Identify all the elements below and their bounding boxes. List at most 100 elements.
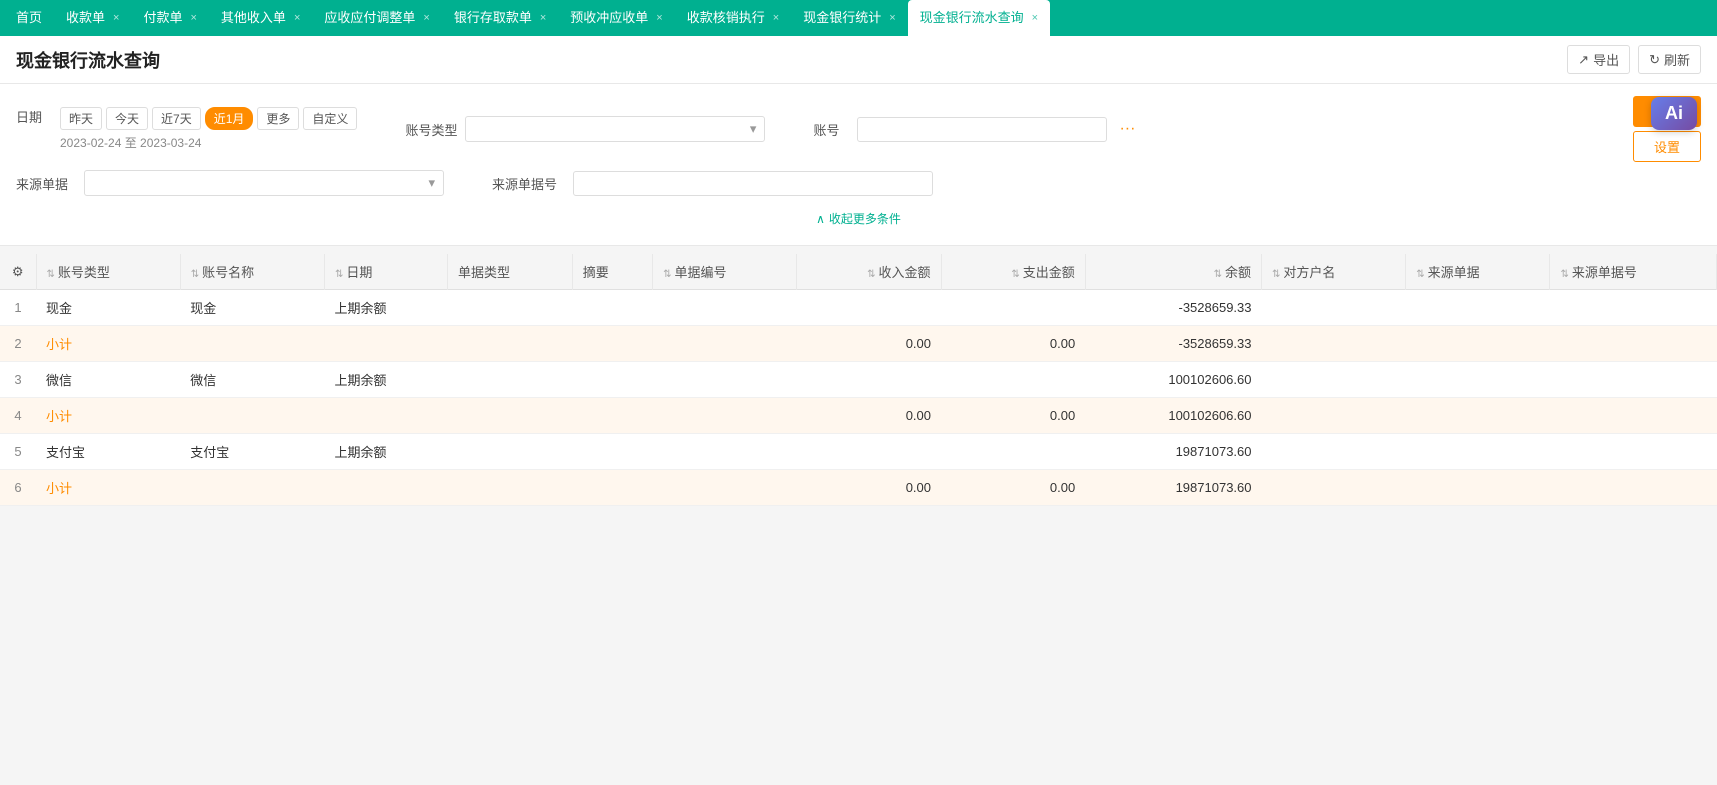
date-today[interactable]: 今天 — [106, 107, 148, 130]
close-icon[interactable]: × — [773, 0, 779, 36]
date-more[interactable]: 更多 — [257, 107, 299, 130]
export-icon: ↗ — [1578, 52, 1589, 68]
table-header-row: ⚙ ⇅账号类型 ⇅账号名称 ⇅日期 单据类型 摘要 ⇅单据编号 ⇅收入金额 — [0, 254, 1717, 290]
nav-verify[interactable]: 收款核销执行 × — [675, 0, 791, 36]
col-income[interactable]: ⇅收入金额 — [797, 254, 941, 290]
cell-expense — [941, 290, 1085, 326]
source-doc-num-input[interactable] — [573, 171, 933, 196]
cell-summary — [572, 362, 652, 398]
col-date[interactable]: ⇅日期 — [324, 254, 447, 290]
nav-bank-deposit[interactable]: 银行存取款单 × — [442, 0, 558, 36]
nav-receipt[interactable]: 收款单 × — [54, 0, 131, 36]
cell-summary — [572, 434, 652, 470]
cell-date: 上期余额 — [324, 362, 447, 398]
cell-expense: 0.00 — [941, 326, 1085, 362]
collapse-label: 收起更多条件 — [829, 210, 901, 227]
close-icon[interactable]: × — [423, 0, 429, 36]
cell-account-name — [180, 398, 324, 434]
col-expense[interactable]: ⇅支出金额 — [941, 254, 1085, 290]
chevron-down-icon: ▾ — [750, 121, 757, 137]
cell-date: 上期余额 — [324, 434, 447, 470]
ai-badge[interactable]: Ai — [1651, 97, 1697, 130]
cell-source-doc-num — [1550, 326, 1717, 362]
filter-area: 日期 昨天 今天 近7天 近1月 更多 自定义 2023-02-24 至 202… — [0, 84, 1717, 246]
close-icon[interactable]: × — [540, 0, 546, 36]
source-doc-label: 来源单据 — [16, 174, 68, 193]
cell-account-type: 微信 — [36, 362, 180, 398]
col-counterpart[interactable]: ⇅对方户名 — [1262, 254, 1406, 290]
col-account-name[interactable]: ⇅账号名称 — [180, 254, 324, 290]
cell-counterpart — [1262, 290, 1406, 326]
close-icon[interactable]: × — [294, 0, 300, 36]
collapse-bar[interactable]: ∧ 收起更多条件 — [16, 204, 1701, 233]
sort-icon: ⇅ — [1416, 269, 1424, 280]
settings-icon: ⚙ — [12, 264, 24, 279]
close-icon[interactable]: × — [190, 0, 196, 36]
cell-income — [797, 290, 941, 326]
col-doc-type[interactable]: 单据类型 — [447, 254, 572, 290]
table-row: 6 小计 0.00 0.00 19871073.60 — [0, 470, 1717, 506]
nav-stats[interactable]: 现金银行统计 × — [791, 0, 907, 36]
sort-icon: ⇅ — [191, 269, 199, 280]
cell-date — [324, 470, 447, 506]
close-icon[interactable]: × — [113, 0, 119, 36]
row-number: 4 — [0, 398, 36, 434]
cell-balance: -3528659.33 — [1085, 290, 1261, 326]
row-number: 6 — [0, 470, 36, 506]
col-doc-num[interactable]: ⇅单据编号 — [653, 254, 797, 290]
col-balance[interactable]: ⇅余额 — [1085, 254, 1261, 290]
close-icon[interactable]: × — [1032, 0, 1038, 36]
cell-account-name: 微信 — [180, 362, 324, 398]
col-source-doc-num[interactable]: ⇅来源单据号 — [1550, 254, 1717, 290]
close-icon[interactable]: × — [889, 0, 895, 36]
nav-payment[interactable]: 付款单 × — [131, 0, 208, 36]
cell-summary — [572, 398, 652, 434]
col-settings[interactable]: ⚙ — [0, 254, 36, 290]
nav-home[interactable]: 首页 — [4, 0, 54, 36]
data-table-container: ⚙ ⇅账号类型 ⇅账号名称 ⇅日期 单据类型 摘要 ⇅单据编号 ⇅收入金额 — [0, 254, 1717, 506]
export-button[interactable]: ↗ 导出 — [1567, 45, 1630, 74]
cell-source-doc-num — [1550, 362, 1717, 398]
cell-balance: 100102606.60 — [1085, 398, 1261, 434]
settings-button[interactable]: 设置 — [1633, 131, 1701, 162]
cell-income — [797, 362, 941, 398]
col-source-doc[interactable]: ⇅来源单据 — [1406, 254, 1550, 290]
date-1month[interactable]: 近1月 — [205, 107, 254, 130]
nav-cashflow[interactable]: 现金银行流水查询 × — [908, 0, 1050, 36]
close-icon[interactable]: × — [656, 0, 662, 36]
cell-date: 上期余额 — [324, 290, 447, 326]
date-range-text: 2023-02-24 至 2023-03-24 — [60, 134, 357, 151]
cell-counterpart — [1262, 362, 1406, 398]
account-type-select[interactable]: ▾ — [465, 116, 765, 142]
ellipsis-icon[interactable]: ··· — [1115, 120, 1139, 138]
col-account-type[interactable]: ⇅账号类型 — [36, 254, 180, 290]
date-yesterday[interactable]: 昨天 — [60, 107, 102, 130]
cell-balance: -3528659.33 — [1085, 326, 1261, 362]
nav-adjustment[interactable]: 应收应付调整单 × — [312, 0, 441, 36]
source-doc-select[interactable]: ▾ — [84, 170, 444, 196]
cell-doc-num — [653, 290, 797, 326]
date-7days[interactable]: 近7天 — [152, 107, 201, 130]
cell-date — [324, 398, 447, 434]
nav-other-income[interactable]: 其他收入单 × — [209, 0, 312, 36]
cell-expense: 0.00 — [941, 398, 1085, 434]
cell-income: 0.00 — [797, 326, 941, 362]
cell-doc-type — [447, 362, 572, 398]
refresh-button[interactable]: ↻ 刷新 — [1638, 45, 1701, 74]
account-input[interactable] — [857, 117, 1107, 142]
cell-account-type: 小计 — [36, 470, 180, 506]
col-summary[interactable]: 摘要 — [572, 254, 652, 290]
cell-doc-num — [653, 470, 797, 506]
cell-income — [797, 434, 941, 470]
cell-balance: 19871073.60 — [1085, 434, 1261, 470]
cell-account-type: 现金 — [36, 290, 180, 326]
cell-source-doc-num — [1550, 398, 1717, 434]
nav-advance[interactable]: 预收冲应收单 × — [558, 0, 674, 36]
row-number: 2 — [0, 326, 36, 362]
cell-doc-type — [447, 434, 572, 470]
date-custom[interactable]: 自定义 — [303, 107, 357, 130]
row-number: 1 — [0, 290, 36, 326]
cell-account-type: 支付宝 — [36, 434, 180, 470]
cell-doc-num — [653, 398, 797, 434]
cell-account-name — [180, 326, 324, 362]
